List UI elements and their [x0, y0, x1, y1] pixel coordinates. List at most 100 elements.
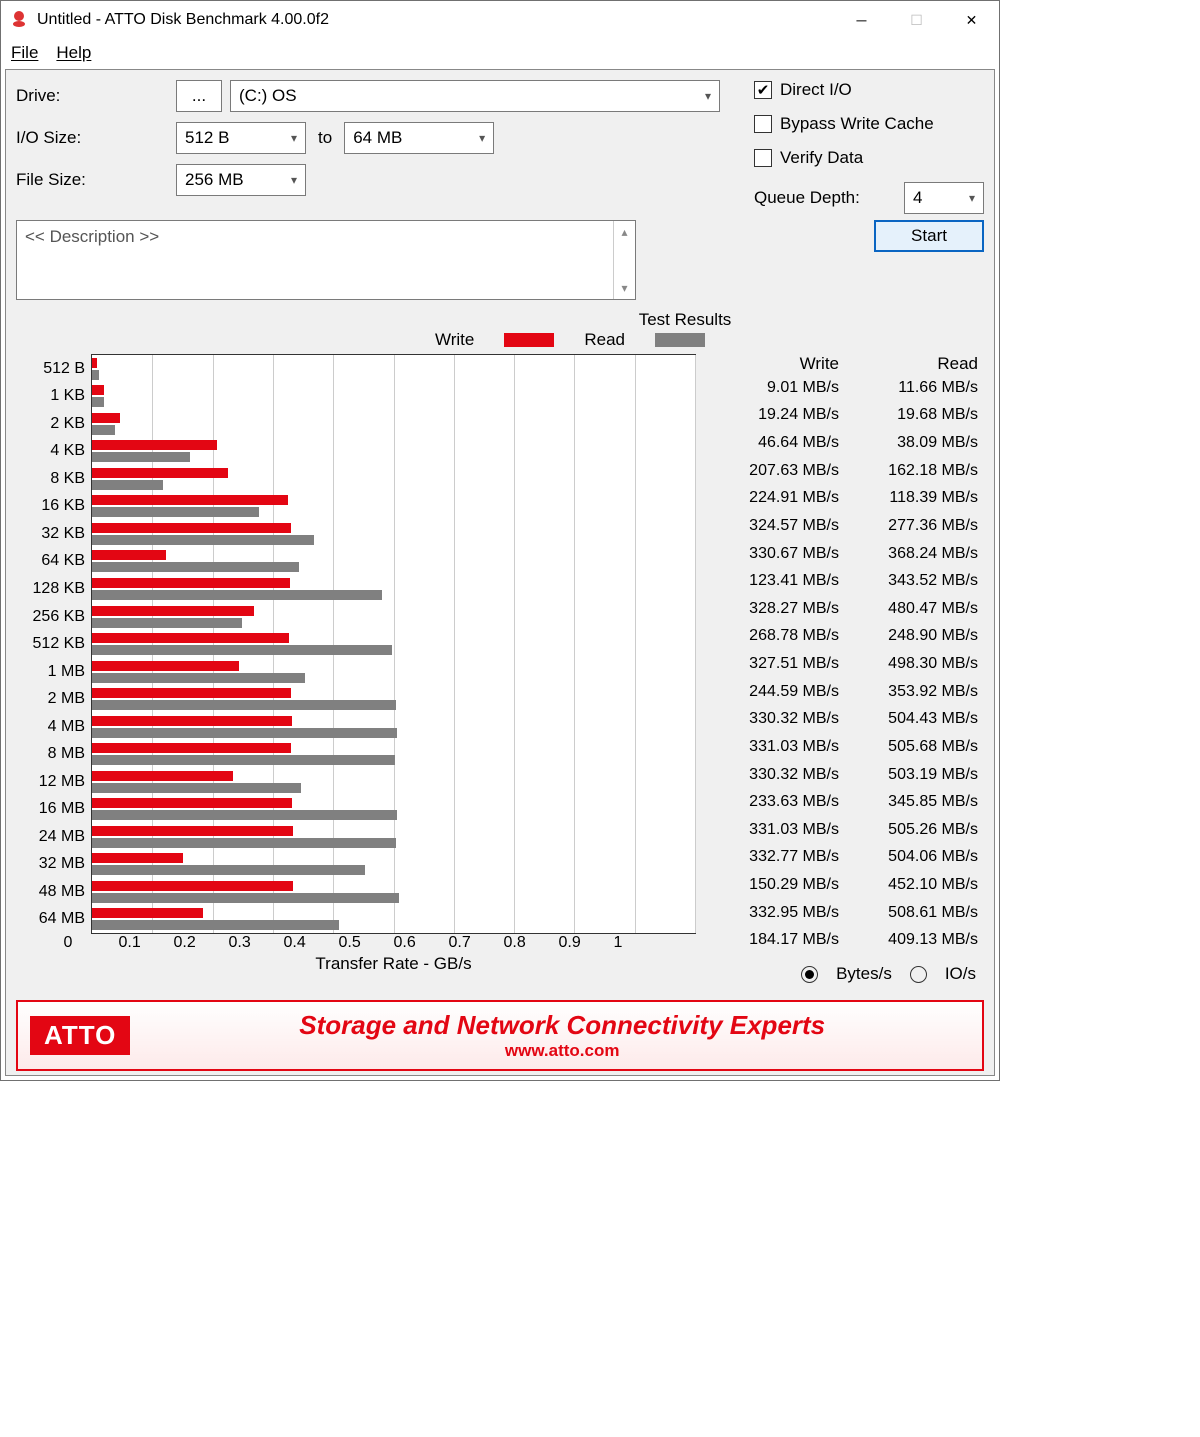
table-row: 331.03 MB/s505.68 MB/s: [706, 733, 984, 761]
x-axis-tick: 0.1: [119, 934, 174, 952]
chevron-down-icon: ▾: [479, 131, 485, 145]
footer-tagline: Storage and Network Connectivity Experts: [154, 1010, 970, 1041]
client-area: Drive: ... (C:) OS▾ I/O Size: 512 B▾ to …: [5, 69, 995, 1076]
chevron-down-icon: ▾: [621, 281, 627, 295]
io-per-sec-radio[interactable]: [910, 966, 927, 983]
start-button[interactable]: Start: [874, 220, 984, 252]
bar-row: [92, 520, 695, 548]
table-row: 184.17 MB/s409.13 MB/s: [706, 927, 984, 955]
chevron-down-icon: ▾: [291, 131, 297, 145]
window-title: Untitled - ATTO Disk Benchmark 4.00.0f2: [37, 11, 834, 29]
write-swatch: [504, 333, 554, 347]
table-row: 268.78 MB/s248.90 MB/s: [706, 623, 984, 651]
y-axis-label: 8 MB: [17, 740, 89, 768]
minimize-button[interactable]: ─: [834, 1, 889, 39]
chart-legend: Write Read: [156, 330, 984, 350]
table-row: 150.29 MB/s452.10 MB/s: [706, 871, 984, 899]
table-row: 330.67 MB/s368.24 MB/s: [706, 540, 984, 568]
y-axis-label: 2 KB: [17, 410, 89, 438]
read-swatch: [655, 333, 705, 347]
close-button[interactable]: ✕: [944, 1, 999, 39]
bar-row: [92, 603, 695, 631]
description-textarea[interactable]: << Description >> ▴▾: [16, 220, 636, 300]
bar-row: [92, 823, 695, 851]
filesize-label: File Size:: [16, 170, 176, 190]
x-axis-tick: 0.2: [174, 934, 229, 952]
table-row: 9.01 MB/s11.66 MB/s: [706, 374, 984, 402]
y-axis-label: 4 KB: [17, 438, 89, 466]
titlebar: Untitled - ATTO Disk Benchmark 4.00.0f2 …: [1, 1, 999, 39]
y-axis-label: 1 KB: [17, 383, 89, 411]
footer-banner: ATTO Storage and Network Connectivity Ex…: [16, 1000, 984, 1071]
io-to-label: to: [318, 128, 332, 148]
bar-row: [92, 906, 695, 934]
queue-depth-select[interactable]: 4▾: [904, 182, 984, 214]
y-axis-label: 512 B: [17, 355, 89, 383]
x-axis-tick: 0.9: [559, 934, 614, 952]
bar-row: [92, 740, 695, 768]
table-row: 207.63 MB/s162.18 MB/s: [706, 457, 984, 485]
bar-row: [92, 630, 695, 658]
x-axis-tick: 1: [614, 934, 669, 952]
verify-data-checkbox[interactable]: Verify Data: [754, 148, 984, 168]
y-axis-label: 32 MB: [17, 851, 89, 879]
bar-row: [92, 796, 695, 824]
x-axis-tick: 0.7: [449, 934, 504, 952]
file-size-select[interactable]: 256 MB▾: [176, 164, 306, 196]
y-axis-label: 24 MB: [17, 823, 89, 851]
drive-browse-button[interactable]: ...: [176, 80, 222, 112]
y-axis-label: 16 MB: [17, 796, 89, 824]
table-row: 330.32 MB/s504.43 MB/s: [706, 706, 984, 734]
table-row: 324.57 MB/s277.36 MB/s: [706, 512, 984, 540]
chevron-down-icon: ▾: [705, 89, 711, 103]
y-axis-label: 8 KB: [17, 465, 89, 493]
checkbox-icon: [754, 149, 772, 167]
bar-row: [92, 493, 695, 521]
table-row: 123.41 MB/s343.52 MB/s: [706, 567, 984, 595]
x-axis-tick: 0.5: [339, 934, 394, 952]
x-axis-tick: 0.8: [504, 934, 559, 952]
y-axis-label: 512 KB: [17, 630, 89, 658]
bar-row: [92, 713, 695, 741]
bytes-per-sec-radio[interactable]: [801, 966, 818, 983]
atto-logo: ATTO: [30, 1016, 130, 1055]
drive-select[interactable]: (C:) OS▾: [230, 80, 720, 112]
table-row: 331.03 MB/s505.26 MB/s: [706, 816, 984, 844]
y-axis-label: 16 KB: [17, 493, 89, 521]
chevron-down-icon: ▾: [291, 173, 297, 187]
table-row: 332.77 MB/s504.06 MB/s: [706, 844, 984, 872]
table-row: 327.51 MB/s498.30 MB/s: [706, 650, 984, 678]
drive-label: Drive:: [16, 86, 176, 106]
bar-row: [92, 685, 695, 713]
bar-row: [92, 410, 695, 438]
bypass-write-cache-checkbox[interactable]: Bypass Write Cache: [754, 114, 984, 134]
queue-depth-label: Queue Depth:: [754, 188, 860, 208]
x-axis-tick: 0: [64, 934, 119, 952]
io-size-from-select[interactable]: 512 B▾: [176, 122, 306, 154]
table-row: 19.24 MB/s19.68 MB/s: [706, 402, 984, 430]
results-table: 9.01 MB/s11.66 MB/s19.24 MB/s19.68 MB/s4…: [706, 374, 984, 954]
menu-file[interactable]: File: [11, 43, 38, 63]
direct-io-checkbox[interactable]: ✔ Direct I/O: [754, 80, 984, 100]
y-axis-label: 32 KB: [17, 520, 89, 548]
table-row: 330.32 MB/s503.19 MB/s: [706, 761, 984, 789]
y-axis-label: 256 KB: [17, 603, 89, 631]
checkbox-icon: ✔: [754, 81, 772, 99]
bar-row: [92, 878, 695, 906]
table-row: 244.59 MB/s353.92 MB/s: [706, 678, 984, 706]
bar-row: [92, 355, 695, 383]
y-axis-label: 64 KB: [17, 548, 89, 576]
chevron-up-icon: ▴: [621, 225, 627, 239]
footer-url[interactable]: www.atto.com: [154, 1041, 970, 1061]
y-axis-label: 64 MB: [17, 906, 89, 934]
results-chart: 512 B1 KB2 KB4 KB8 KB16 KB32 KB64 KB128 …: [91, 354, 696, 934]
bar-row: [92, 438, 695, 466]
scrollbar[interactable]: ▴▾: [613, 221, 635, 299]
maximize-button[interactable]: ☐: [889, 1, 944, 39]
io-size-to-select[interactable]: 64 MB▾: [344, 122, 494, 154]
y-axis-label: 2 MB: [17, 685, 89, 713]
table-row: 233.63 MB/s345.85 MB/s: [706, 788, 984, 816]
checkbox-icon: [754, 115, 772, 133]
menu-help[interactable]: Help: [56, 43, 91, 63]
results-title: Test Results: [386, 310, 984, 330]
